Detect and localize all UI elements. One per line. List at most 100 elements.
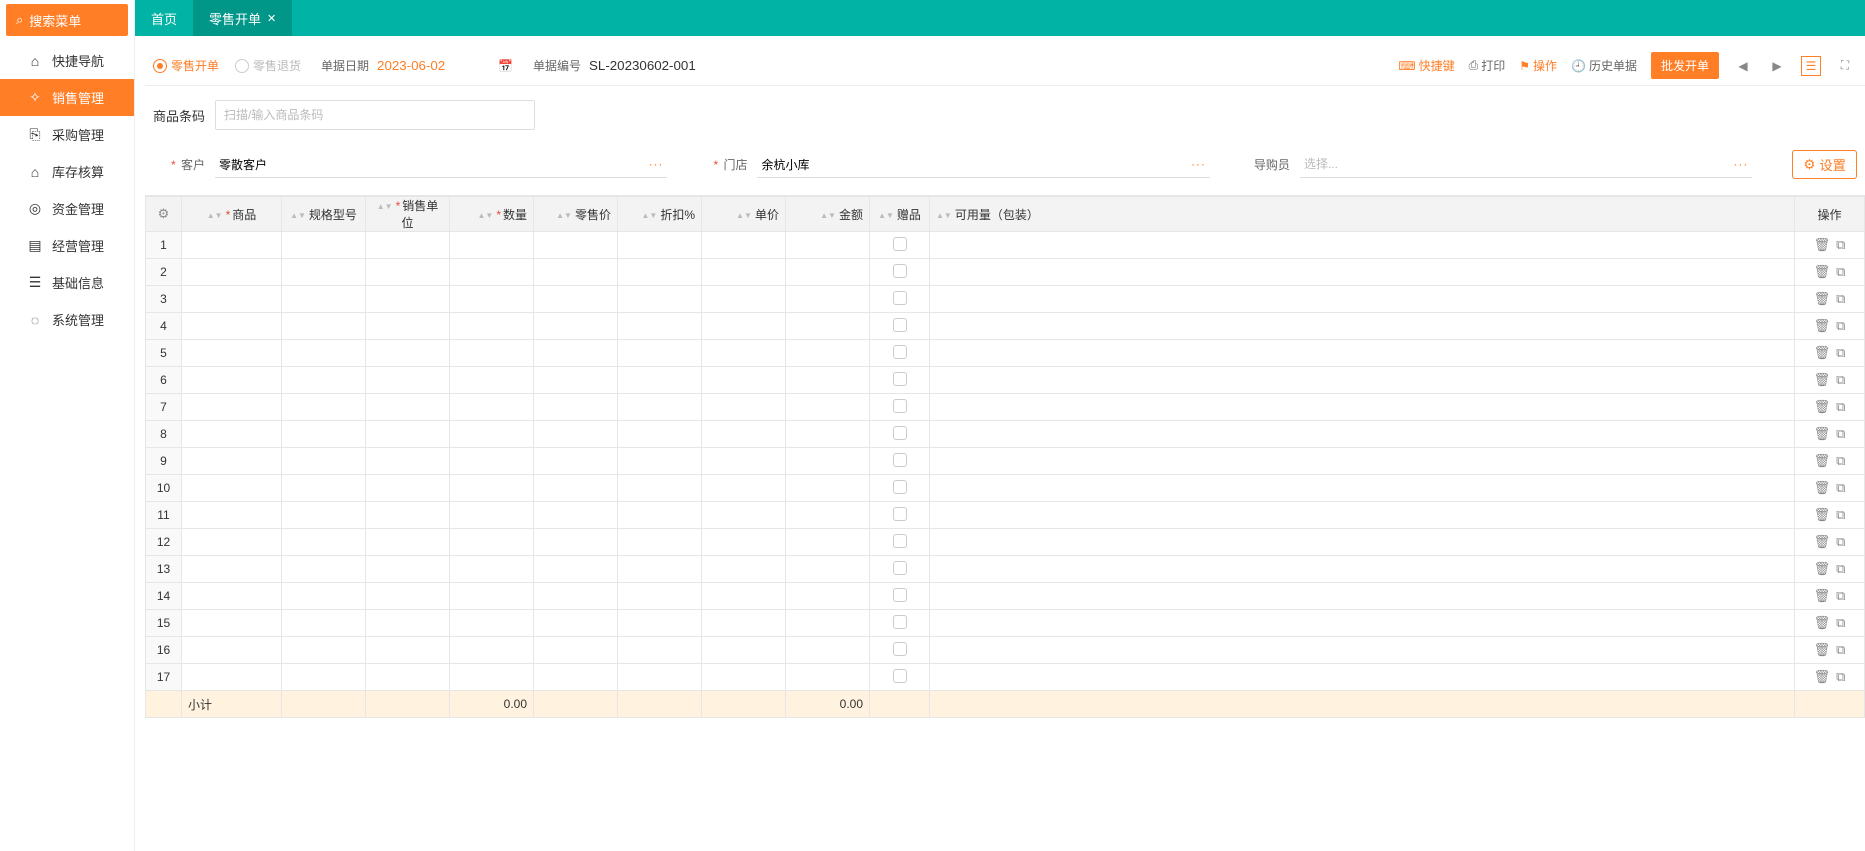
gift-checkbox[interactable] [893, 588, 907, 602]
delete-icon[interactable]: 🗑 [1814, 507, 1831, 522]
cell-gift[interactable] [870, 664, 930, 691]
cell-spec[interactable] [282, 475, 366, 502]
cell-unit[interactable] [366, 556, 450, 583]
cell-qty[interactable] [450, 286, 534, 313]
gift-checkbox[interactable] [893, 426, 907, 440]
cell-available[interactable] [930, 664, 1795, 691]
copy-icon[interactable]: ⧉ [1836, 372, 1845, 387]
gift-checkbox[interactable] [893, 345, 907, 359]
col-available[interactable]: ▲▼可用量（包装） [930, 197, 1795, 232]
cell-amount[interactable] [786, 313, 870, 340]
cell-available[interactable] [930, 556, 1795, 583]
cell-product[interactable] [182, 286, 282, 313]
col-unit[interactable]: ▲▼*销售单位 [366, 197, 450, 232]
cell-amount[interactable] [786, 556, 870, 583]
cell-amount[interactable] [786, 475, 870, 502]
copy-icon[interactable]: ⧉ [1836, 480, 1845, 495]
cell-discount[interactable] [618, 664, 702, 691]
cell-price[interactable] [702, 286, 786, 313]
cell-unit[interactable] [366, 259, 450, 286]
cell-amount[interactable] [786, 340, 870, 367]
cell-price[interactable] [702, 367, 786, 394]
cell-spec[interactable] [282, 556, 366, 583]
col-amount[interactable]: ▲▼金额 [786, 197, 870, 232]
cell-qty[interactable] [450, 664, 534, 691]
col-gift[interactable]: ▲▼赠品 [870, 197, 930, 232]
cell-retail[interactable] [534, 556, 618, 583]
cell-unit[interactable] [366, 313, 450, 340]
col-price[interactable]: ▲▼单价 [702, 197, 786, 232]
cell-retail[interactable] [534, 394, 618, 421]
cell-available[interactable] [930, 286, 1795, 313]
cell-price[interactable] [702, 610, 786, 637]
cell-qty[interactable] [450, 340, 534, 367]
cell-discount[interactable] [618, 394, 702, 421]
cell-discount[interactable] [618, 529, 702, 556]
cell-available[interactable] [930, 637, 1795, 664]
sidebar-item-2[interactable]: ⎘采购管理 [0, 116, 134, 153]
history-link[interactable]: 🕘 历史单据 [1571, 57, 1637, 74]
cell-retail[interactable] [534, 502, 618, 529]
cell-available[interactable] [930, 394, 1795, 421]
cell-amount[interactable] [786, 286, 870, 313]
cell-discount[interactable] [618, 259, 702, 286]
cell-retail[interactable] [534, 529, 618, 556]
cell-qty[interactable] [450, 313, 534, 340]
cell-unit[interactable] [366, 529, 450, 556]
cell-gift[interactable] [870, 610, 930, 637]
cell-spec[interactable] [282, 529, 366, 556]
cell-product[interactable] [182, 232, 282, 259]
doc-no-input[interactable] [589, 52, 739, 80]
cell-discount[interactable] [618, 421, 702, 448]
cell-gift[interactable] [870, 556, 930, 583]
copy-icon[interactable]: ⧉ [1836, 561, 1845, 576]
cell-amount[interactable] [786, 259, 870, 286]
cell-retail[interactable] [534, 286, 618, 313]
cell-gift[interactable] [870, 232, 930, 259]
cell-price[interactable] [702, 502, 786, 529]
table-row[interactable]: 2🗑⧉ [146, 259, 1865, 286]
cell-amount[interactable] [786, 367, 870, 394]
cell-qty[interactable] [450, 448, 534, 475]
cell-price[interactable] [702, 259, 786, 286]
cell-retail[interactable] [534, 637, 618, 664]
cell-retail[interactable] [534, 367, 618, 394]
cell-product[interactable] [182, 610, 282, 637]
cell-spec[interactable] [282, 664, 366, 691]
cell-price[interactable] [702, 394, 786, 421]
cell-gift[interactable] [870, 313, 930, 340]
cell-unit[interactable] [366, 664, 450, 691]
cell-discount[interactable] [618, 610, 702, 637]
cell-price[interactable] [702, 556, 786, 583]
col-product[interactable]: ▲▼*商品 [182, 197, 282, 232]
cell-unit[interactable] [366, 286, 450, 313]
prev-button[interactable]: ◀ [1733, 56, 1753, 76]
gift-checkbox[interactable] [893, 642, 907, 656]
cell-spec[interactable] [282, 637, 366, 664]
table-row[interactable]: 16🗑⧉ [146, 637, 1865, 664]
copy-icon[interactable]: ⧉ [1836, 534, 1845, 549]
cell-discount[interactable] [618, 502, 702, 529]
cell-discount[interactable] [618, 313, 702, 340]
copy-icon[interactable]: ⧉ [1836, 345, 1845, 360]
col-gear[interactable]: ⚙ [146, 197, 182, 232]
cell-discount[interactable] [618, 448, 702, 475]
tab-1[interactable]: 零售开单✕ [193, 0, 292, 36]
table-row[interactable]: 8🗑⧉ [146, 421, 1865, 448]
cell-price[interactable] [702, 529, 786, 556]
copy-icon[interactable]: ⧉ [1836, 588, 1845, 603]
cell-available[interactable] [930, 529, 1795, 556]
gift-checkbox[interactable] [893, 561, 907, 575]
cell-product[interactable] [182, 583, 282, 610]
cell-amount[interactable] [786, 502, 870, 529]
customer-input[interactable] [219, 157, 648, 171]
cell-gift[interactable] [870, 529, 930, 556]
cell-gift[interactable] [870, 367, 930, 394]
cell-spec[interactable] [282, 610, 366, 637]
cell-available[interactable] [930, 421, 1795, 448]
cell-product[interactable] [182, 502, 282, 529]
cell-retail[interactable] [534, 610, 618, 637]
close-icon[interactable]: ✕ [267, 12, 276, 25]
cell-available[interactable] [930, 610, 1795, 637]
gift-checkbox[interactable] [893, 669, 907, 683]
